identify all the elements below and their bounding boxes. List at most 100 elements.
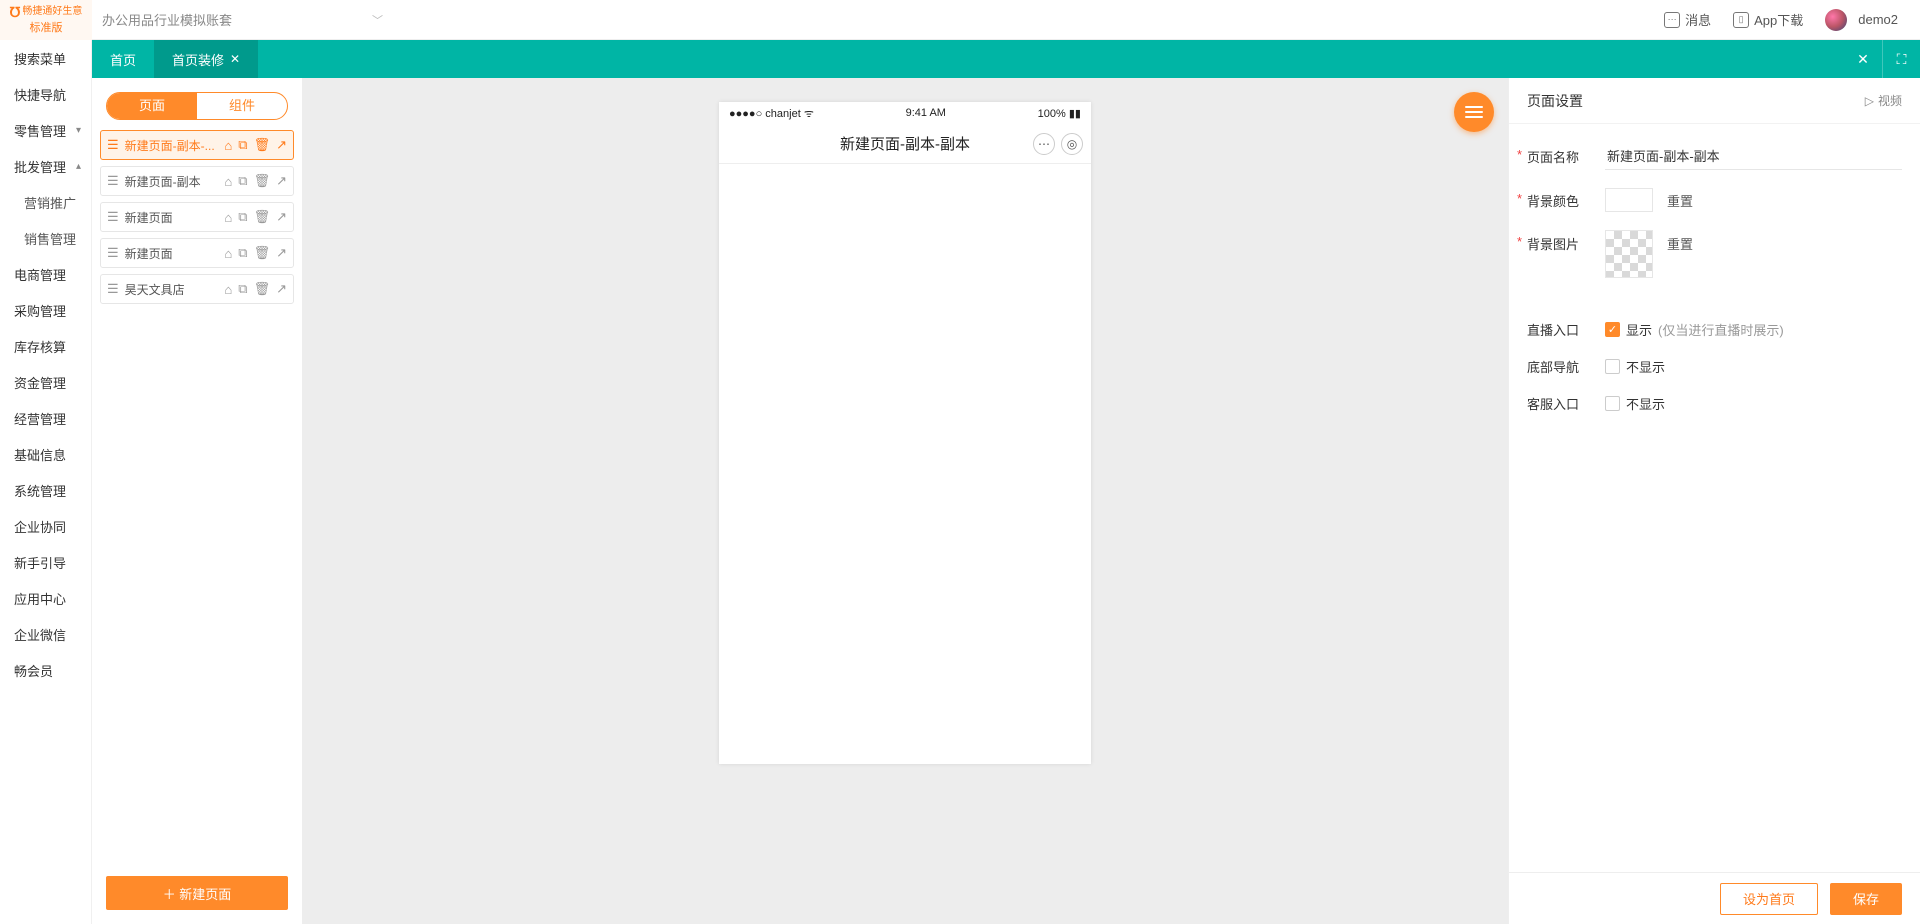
delete-icon[interactable]: 🗑 (254, 173, 271, 189)
sidebar-item[interactable]: 销售管理 (0, 220, 91, 256)
home-icon[interactable]: ⌂ (224, 282, 232, 297)
account-selector[interactable]: 办公用品行业模拟账套 ﹀ (102, 10, 383, 29)
checkbox-service[interactable] (1605, 396, 1620, 411)
sidebar-item[interactable]: 营销推广 (0, 184, 91, 220)
tab-bar: 首页首页装修✕ ✕ ⛶ (92, 40, 1920, 78)
sidebar-item[interactable]: 电商管理 (0, 256, 91, 292)
close-icon[interactable]: ✕ (230, 52, 240, 66)
sidebar-item[interactable]: 搜索菜单 (0, 40, 91, 76)
reset-bg-color[interactable]: 重置 (1667, 191, 1693, 210)
share-icon[interactable]: ↗ (276, 245, 287, 261)
delete-icon[interactable]: 🗑 (254, 281, 271, 297)
set-home-button[interactable]: 设为首页 (1720, 883, 1818, 915)
page-name: 昊天文具店 (125, 281, 219, 298)
sidebar: 搜索菜单快捷导航零售管理▾批发管理▴营销推广销售管理电商管理采购管理库存核算资金… (0, 40, 92, 924)
sidebar-item[interactable]: 基础信息 (0, 436, 91, 472)
label-bottom-nav: 底部导航 (1527, 357, 1605, 376)
username: demo2 (1858, 12, 1898, 27)
video-help-link[interactable]: ▷ 视频 (1865, 92, 1902, 109)
page-row[interactable]: ☰ 新建页面-副本-... ⌂ ⧉ 🗑 ↗ (100, 130, 294, 160)
drag-icon[interactable]: ☰ (107, 173, 119, 189)
page-row[interactable]: ☰ 新建页面 ⌂ ⧉ 🗑 ↗ (100, 202, 294, 232)
copy-icon[interactable]: ⧉ (238, 209, 247, 225)
sidebar-item[interactable]: 应用中心 (0, 580, 91, 616)
home-icon[interactable]: ⌂ (224, 174, 232, 189)
copy-icon[interactable]: ⧉ (238, 245, 247, 261)
sidebar-item[interactable]: 新手引导 (0, 544, 91, 580)
delete-icon[interactable]: 🗑 (254, 245, 271, 261)
checkbox-bottom-nav-label: 不显示 (1626, 357, 1665, 376)
avatar (1825, 9, 1847, 31)
home-icon[interactable]: ⌂ (224, 138, 232, 153)
checkbox-live[interactable]: ✓ (1605, 322, 1620, 337)
drag-icon[interactable]: ☰ (107, 209, 119, 225)
new-page-button[interactable]: ＋ 新建页面 (106, 876, 288, 910)
phone-carrier: ●●●●○ chanjet ᯤ (729, 106, 814, 121)
sidebar-item[interactable]: 经营管理 (0, 400, 91, 436)
close-all-tabs[interactable]: ✕ (1844, 40, 1882, 78)
caret-icon: ▴ (76, 161, 81, 172)
drag-icon[interactable]: ☰ (107, 281, 119, 297)
app-download-link[interactable]: ▯ App下载 (1733, 10, 1803, 29)
component-drawer-toggle[interactable] (1454, 92, 1494, 132)
sidebar-item[interactable]: 畅会员 (0, 652, 91, 688)
save-button[interactable]: 保存 (1830, 883, 1902, 915)
sidebar-item[interactable]: 企业协同 (0, 508, 91, 544)
share-icon[interactable]: ↗ (276, 173, 287, 189)
checkbox-service-label: 不显示 (1626, 394, 1665, 413)
miniprogram-target-icon[interactable]: ◎ (1061, 133, 1083, 155)
page-row[interactable]: ☰ 昊天文具店 ⌂ ⧉ 🗑 ↗ (100, 274, 294, 304)
sidebar-item[interactable]: 资金管理 (0, 364, 91, 400)
page-row[interactable]: ☰新建页面-副本⌂⧉🗑↗ (100, 166, 294, 196)
bg-image-picker[interactable] (1605, 230, 1653, 278)
topbar: ℧畅捷通好生意 标准版 办公用品行业模拟账套 ﹀ ⋯ 消息 ▯ App下载 de… (0, 0, 1920, 40)
page-name: 新建页面 (125, 209, 219, 226)
phone-title: 新建页面-副本-副本 (840, 133, 970, 154)
sidebar-item[interactable]: 系统管理 (0, 472, 91, 508)
copy-icon[interactable]: ⧉ (238, 137, 247, 153)
checkbox-bottom-nav[interactable] (1605, 359, 1620, 374)
page-name: 新建页面-副本-... (125, 137, 219, 154)
sidebar-item[interactable]: 快捷导航 (0, 76, 91, 112)
tab[interactable]: 首页装修✕ (154, 40, 258, 78)
drag-icon[interactable]: ☰ (107, 137, 119, 153)
share-icon[interactable]: ↗ (276, 281, 287, 297)
logo-edition: 标准版 (30, 19, 63, 35)
sidebar-item[interactable]: 企业微信 (0, 616, 91, 652)
delete-icon[interactable]: 🗑 (254, 137, 271, 153)
sidebar-item[interactable]: 批发管理▴ (0, 148, 91, 184)
page-component-segment: 页面 组件 (106, 92, 288, 120)
logo[interactable]: ℧畅捷通好生意 标准版 (0, 0, 92, 40)
miniprogram-menu-icon[interactable]: ⋯ (1033, 133, 1055, 155)
settings-title: 页面设置 (1527, 91, 1583, 111)
drag-icon[interactable]: ☰ (107, 245, 119, 261)
reset-bg-image[interactable]: 重置 (1667, 230, 1693, 253)
label-service-entry: 客服入口 (1527, 394, 1605, 413)
caret-icon: ▾ (76, 125, 81, 136)
canvas: ●●●●○ chanjet ᯤ 9:41 AM 100% ▮▮ 新建页面-副本-… (302, 78, 1508, 924)
phone-title-bar: 新建页面-副本-副本 ⋯ ◎ (719, 124, 1091, 164)
home-icon[interactable]: ⌂ (224, 210, 232, 225)
checkbox-live-label: 显示 (1626, 320, 1652, 339)
share-icon[interactable]: ↗ (276, 137, 287, 153)
segment-component[interactable]: 组件 (197, 93, 287, 119)
tab[interactable]: 首页 (92, 40, 154, 78)
label-bg-color: 背景颜色 (1527, 191, 1605, 210)
share-icon[interactable]: ↗ (276, 209, 287, 225)
user-menu[interactable]: demo2 (1825, 9, 1898, 31)
sidebar-item[interactable]: 零售管理▾ (0, 112, 91, 148)
page-row[interactable]: ☰新建页面⌂⧉🗑↗ (100, 238, 294, 268)
bg-color-swatch[interactable] (1605, 188, 1653, 212)
delete-icon[interactable]: 🗑 (254, 209, 271, 225)
copy-icon[interactable]: ⧉ (238, 173, 247, 189)
home-icon[interactable]: ⌂ (224, 246, 232, 261)
fullscreen-toggle[interactable]: ⛶ (1882, 40, 1920, 78)
segment-page[interactable]: 页面 (107, 93, 197, 119)
copy-icon[interactable]: ⧉ (238, 281, 247, 297)
messages-link[interactable]: ⋯ 消息 (1664, 10, 1711, 29)
sidebar-item[interactable]: 库存核算 (0, 328, 91, 364)
logo-mark: ℧畅捷通好生意 (10, 5, 83, 19)
chevron-down-icon: ﹀ (372, 12, 383, 28)
sidebar-item[interactable]: 采购管理 (0, 292, 91, 328)
input-page-name[interactable] (1605, 142, 1902, 170)
